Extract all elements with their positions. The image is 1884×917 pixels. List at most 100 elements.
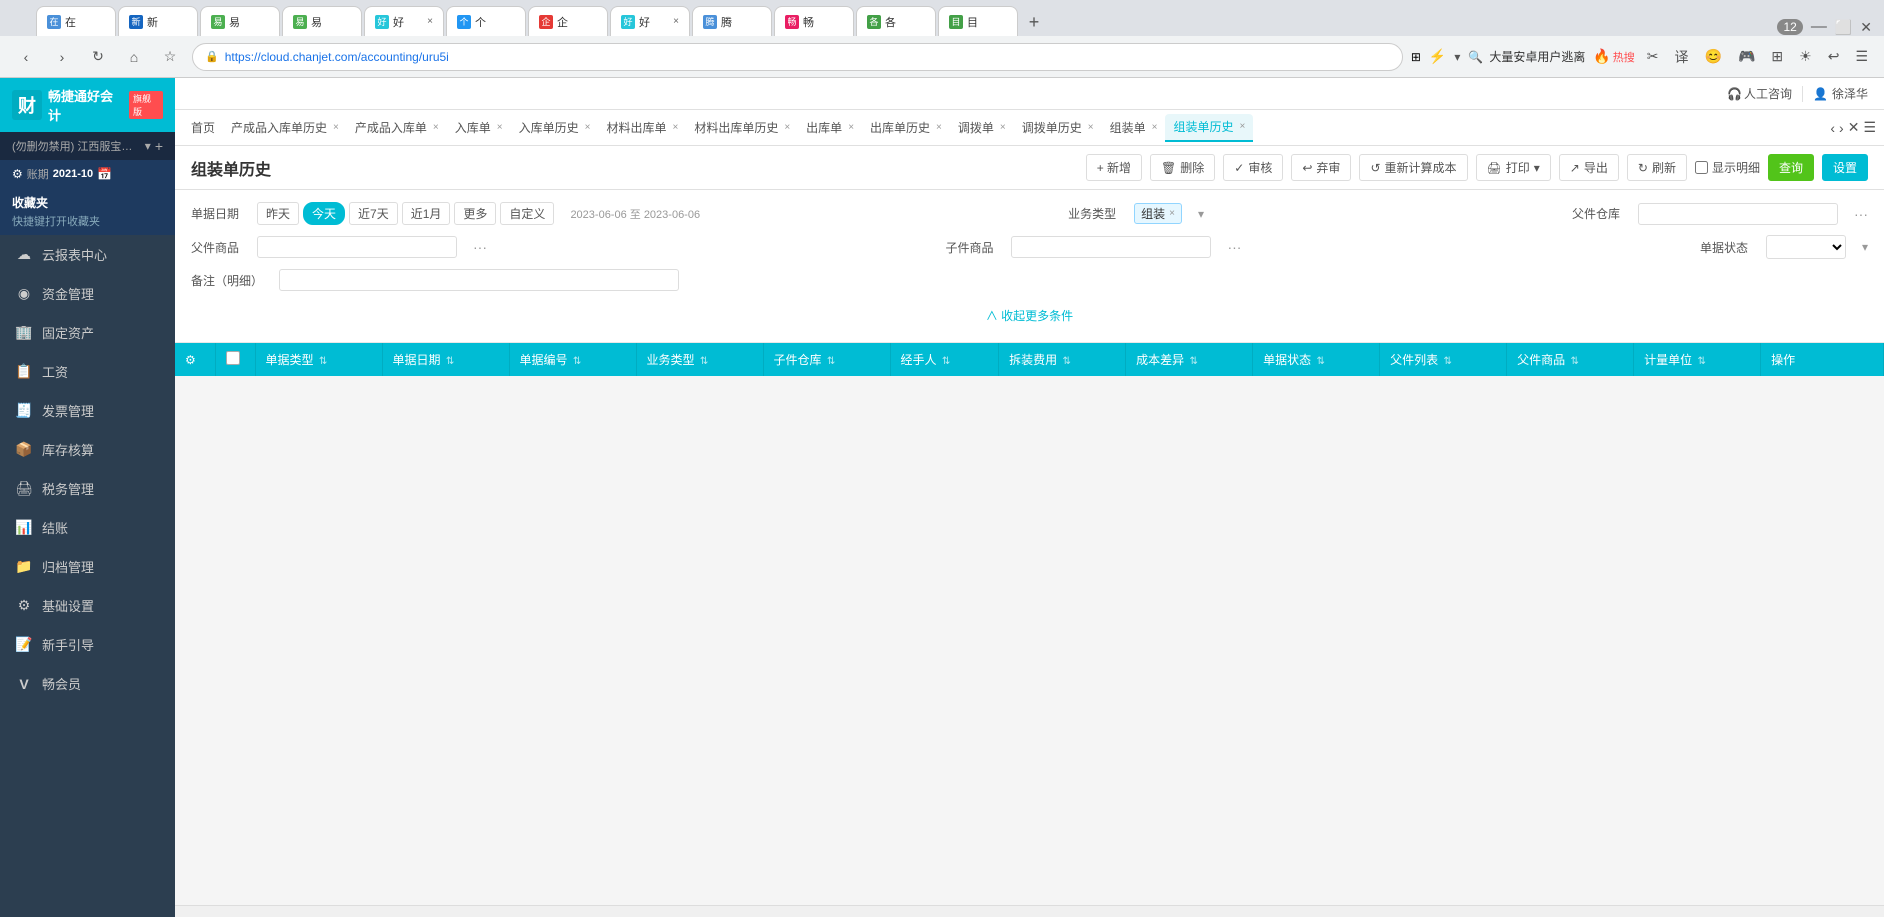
date-btn-month[interactable]: 近1月 (402, 202, 451, 225)
display-detail-input[interactable] (1695, 161, 1708, 174)
support-button[interactable]: 🎧 人工咨询 (1727, 85, 1792, 102)
sort-order-status[interactable]: ⇅ (1316, 356, 1324, 367)
bookmark-button[interactable]: ☆ (156, 43, 184, 71)
sidebar-item-guide[interactable]: 📝 新手引导 (0, 625, 175, 664)
browser-tab-2[interactable]: 新 新 (118, 6, 198, 36)
tab-close-assembly-history[interactable]: × (1239, 121, 1245, 132)
table-col-business-type[interactable]: 业务类型 ⇅ (636, 343, 763, 376)
tabs-scroll-left[interactable]: ‹ (1830, 120, 1835, 136)
sidebar-item-capital[interactable]: ◉ 资金管理 (0, 274, 175, 313)
remark-input[interactable] (279, 269, 679, 291)
child-goods-input[interactable] (1011, 236, 1211, 258)
tab-close-out-history[interactable]: × (936, 122, 942, 133)
undo-icon[interactable]: ↩ (1824, 44, 1844, 69)
game-icon[interactable]: 🎮 (1734, 44, 1759, 69)
sort-handler[interactable]: ⇅ (942, 356, 950, 367)
tab-close-production-in-history[interactable]: × (333, 122, 339, 133)
browser-tab-5[interactable]: 好 好 × (364, 6, 444, 36)
date-btn-week[interactable]: 近7天 (349, 202, 398, 225)
delete-button[interactable]: 🗑 删除 (1150, 154, 1215, 181)
parent-goods-more[interactable]: ··· (473, 239, 487, 255)
table-col-order-no[interactable]: 单据编号 ⇅ (509, 343, 636, 376)
parent-goods-input[interactable] (257, 236, 457, 258)
sidebar-item-salary[interactable]: 📋 工资 (0, 352, 175, 391)
browser-tab-3[interactable]: 易 易 (200, 6, 280, 36)
tab-close-in-order[interactable]: × (497, 122, 503, 133)
grid-icon[interactable]: ⊞ (1411, 50, 1421, 64)
tab-close-assembly[interactable]: × (1152, 122, 1158, 133)
sidebar-item-settings[interactable]: ⚙ 基础设置 (0, 586, 175, 625)
tab-transfer-history[interactable]: 调拨单历史 × (1014, 114, 1102, 142)
date-btn-custom[interactable]: 自定义 (500, 202, 554, 225)
table-col-cost-diff[interactable]: 成本差异 ⇅ (1126, 343, 1253, 376)
sort-unit[interactable]: ⇅ (1697, 356, 1705, 367)
back-button[interactable]: ‹ (12, 43, 40, 71)
browser-tab-6[interactable]: 个 个 (446, 6, 526, 36)
tab-home[interactable]: 首页 (183, 114, 223, 142)
forward-button[interactable]: › (48, 43, 76, 71)
table-col-disassembly-cost[interactable]: 拆装费用 ⇅ (999, 343, 1126, 376)
business-type-tag-close[interactable]: × (1169, 208, 1175, 219)
table-col-settings[interactable]: ⚙ (175, 343, 215, 376)
tab-out-history[interactable]: 出库单历史 × (862, 114, 950, 142)
table-col-order-status[interactable]: 单据状态 ⇅ (1253, 343, 1380, 376)
sort-parent-goods[interactable]: ⇅ (1570, 356, 1578, 367)
company-dropdown-icon[interactable]: ▾ (145, 139, 151, 153)
cut-icon[interactable]: ✂ (1643, 44, 1663, 69)
table-col-unit[interactable]: 计量单位 ⇅ (1634, 343, 1761, 376)
sort-child-warehouse[interactable]: ⇅ (827, 356, 835, 367)
tab-transfer[interactable]: 调拨单 × (950, 114, 1014, 142)
sort-order-type[interactable]: ⇅ (319, 356, 327, 367)
sort-order-no[interactable]: ⇅ (573, 356, 581, 367)
tab-in-history[interactable]: 入库单历史 × (511, 114, 599, 142)
tab-production-in-history[interactable]: 产成品入库单历史 × (223, 114, 347, 142)
browser-tab-7[interactable]: 企 企 (528, 6, 608, 36)
tab-assembly-history[interactable]: 组装单历史 × (1165, 114, 1253, 142)
browser-tab-8[interactable]: 好 好 × (610, 6, 690, 36)
order-status-select[interactable] (1766, 235, 1846, 259)
table-col-handler[interactable]: 经手人 ⇅ (890, 343, 999, 376)
company-add-icon[interactable]: + (155, 138, 163, 154)
business-type-dropdown[interactable]: ▾ (1198, 207, 1204, 221)
translate-icon[interactable]: 译 (1671, 43, 1693, 71)
browser-tab-11[interactable]: 各 各 (856, 6, 936, 36)
select-all-checkbox[interactable] (226, 351, 240, 365)
sort-order-date[interactable]: ⇅ (446, 356, 454, 367)
tab-close-material-out[interactable]: × (672, 122, 678, 133)
tabs-menu[interactable]: ☰ (1863, 119, 1876, 136)
tab-in-order[interactable]: 入库单 × (447, 114, 511, 142)
display-detail-checkbox[interactable]: 显示明细 (1695, 159, 1760, 176)
export-button[interactable]: ↗ 导出 (1559, 154, 1619, 181)
tab-close-in-history[interactable]: × (585, 122, 591, 133)
close-window-icon[interactable]: ✕ (1860, 19, 1872, 36)
column-settings-icon[interactable]: ⚙ (185, 353, 196, 367)
add-button[interactable]: + 新增 (1086, 154, 1142, 181)
parent-warehouse-more[interactable]: ··· (1854, 206, 1868, 222)
table-col-order-date[interactable]: 单据日期 ⇅ (382, 343, 509, 376)
home-button[interactable]: ⌂ (120, 43, 148, 71)
print-button[interactable]: 🖨 打印 ▾ (1476, 154, 1551, 181)
query-button[interactable]: 查询 (1768, 154, 1814, 181)
sidebar-item-checkout[interactable]: 📊 结账 (0, 508, 175, 547)
sidebar-item-cloud-reports[interactable]: ☁ 云报表中心 (0, 235, 175, 274)
tab-material-out[interactable]: 材料出库单 × (598, 114, 686, 142)
reload-button[interactable]: ↻ (84, 43, 112, 71)
tab-close-8[interactable]: × (673, 16, 679, 27)
tab-close-material-out-history[interactable]: × (784, 122, 790, 133)
favorites-shortcut[interactable]: 快捷键打开收藏夹 (12, 213, 163, 229)
sidebar-item-archive[interactable]: 📁 归档管理 (0, 547, 175, 586)
url-bar[interactable]: 🔒 https://cloud.chanjet.com/accounting/u… (192, 43, 1403, 71)
sidebar-item-member[interactable]: V 畅会员 (0, 664, 175, 703)
tab-close-transfer[interactable]: × (1000, 122, 1006, 133)
settings-button[interactable]: 设置 (1822, 154, 1868, 181)
emoji-icon[interactable]: 😊 (1701, 44, 1726, 69)
browser-tab-9[interactable]: 腾 腾 (692, 6, 772, 36)
abandon-button[interactable]: ↩ 弃审 (1291, 154, 1351, 181)
sort-cost-diff[interactable]: ⇅ (1189, 356, 1197, 367)
period-calendar-icon[interactable]: 📅 (97, 167, 112, 181)
sort-parent-list[interactable]: ⇅ (1443, 356, 1451, 367)
tabs-close-all[interactable]: ✕ (1848, 119, 1860, 136)
date-btn-yesterday[interactable]: 昨天 (257, 202, 299, 225)
tab-material-out-history[interactable]: 材料出库单历史 × (686, 114, 798, 142)
sort-disassembly-cost[interactable]: ⇅ (1062, 356, 1070, 367)
